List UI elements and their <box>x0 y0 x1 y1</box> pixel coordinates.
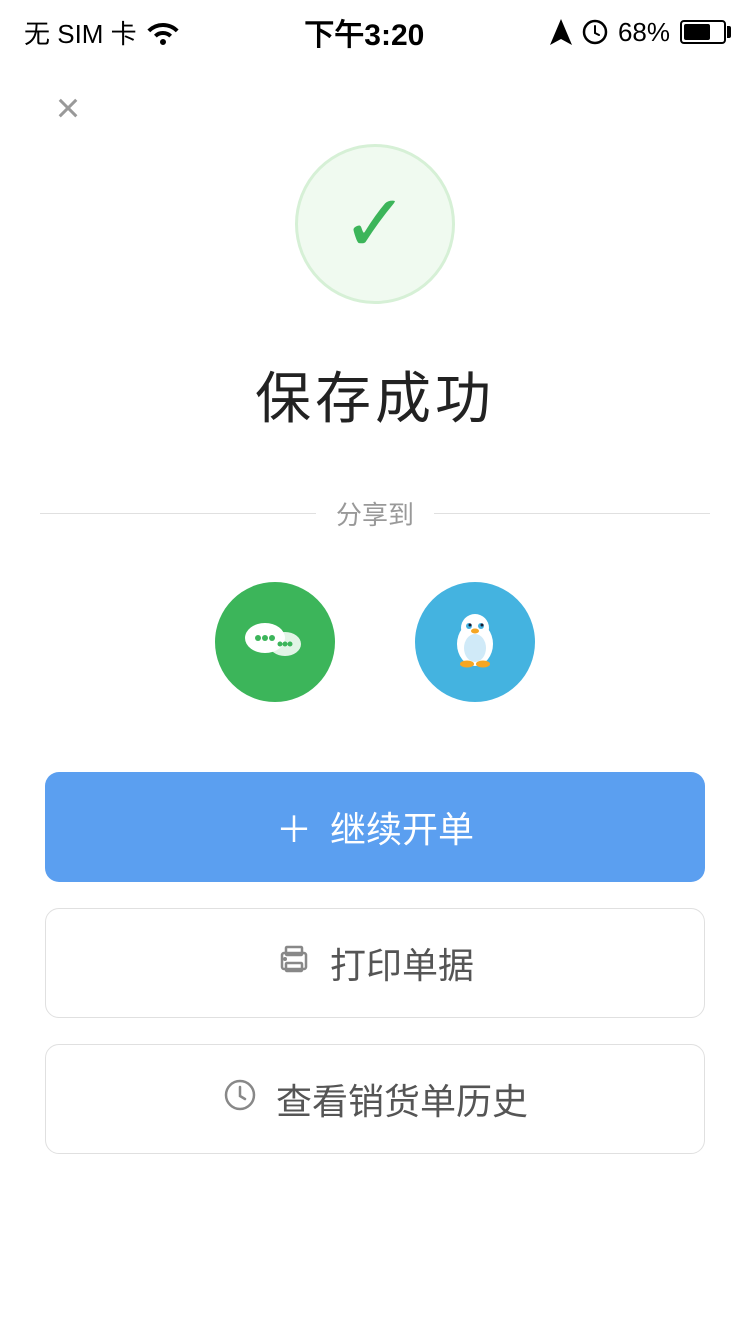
status-right: 68% <box>550 17 726 48</box>
status-time: 下午3:20 <box>304 10 424 54</box>
print-button[interactable]: 打印单据 <box>45 908 705 1018</box>
history-label: 查看销货单历史 <box>276 1073 528 1125</box>
history-button[interactable]: 查看销货单历史 <box>45 1044 705 1154</box>
success-title: 保存成功 <box>255 354 495 435</box>
qq-icon <box>439 606 511 678</box>
printer-icon <box>276 941 312 986</box>
battery-icon <box>680 20 726 44</box>
divider-left <box>40 513 316 514</box>
qq-share-button[interactable] <box>415 582 535 702</box>
main-content: ✓ 保存成功 分享到 <box>0 64 750 1154</box>
battery-percent: 68% <box>618 17 670 48</box>
share-label: 分享到 <box>316 495 434 532</box>
wechat-share-button[interactable] <box>215 582 335 702</box>
share-divider: 分享到 <box>0 495 750 532</box>
status-bar: 无 SIM 卡 下午3:20 68% <box>0 0 750 64</box>
check-icon: ✓ <box>341 184 408 264</box>
alarm-icon <box>582 19 608 45</box>
clock-icon <box>222 1077 258 1122</box>
sim-label: 无 SIM 卡 <box>24 14 137 51</box>
plus-icon: ＋ <box>276 801 312 853</box>
success-circle: ✓ <box>295 144 455 304</box>
wifi-icon <box>147 19 179 45</box>
continue-label: 继续开单 <box>330 801 474 853</box>
continue-button[interactable]: ＋ 继续开单 <box>45 772 705 882</box>
divider-right <box>434 513 710 514</box>
action-buttons: ＋ 继续开单 打印单据 查看销货单历史 <box>45 772 705 1154</box>
location-icon <box>550 19 572 45</box>
wechat-icon <box>239 606 311 678</box>
share-icons <box>215 582 535 702</box>
print-label: 打印单据 <box>330 937 474 989</box>
status-left: 无 SIM 卡 <box>24 14 179 51</box>
